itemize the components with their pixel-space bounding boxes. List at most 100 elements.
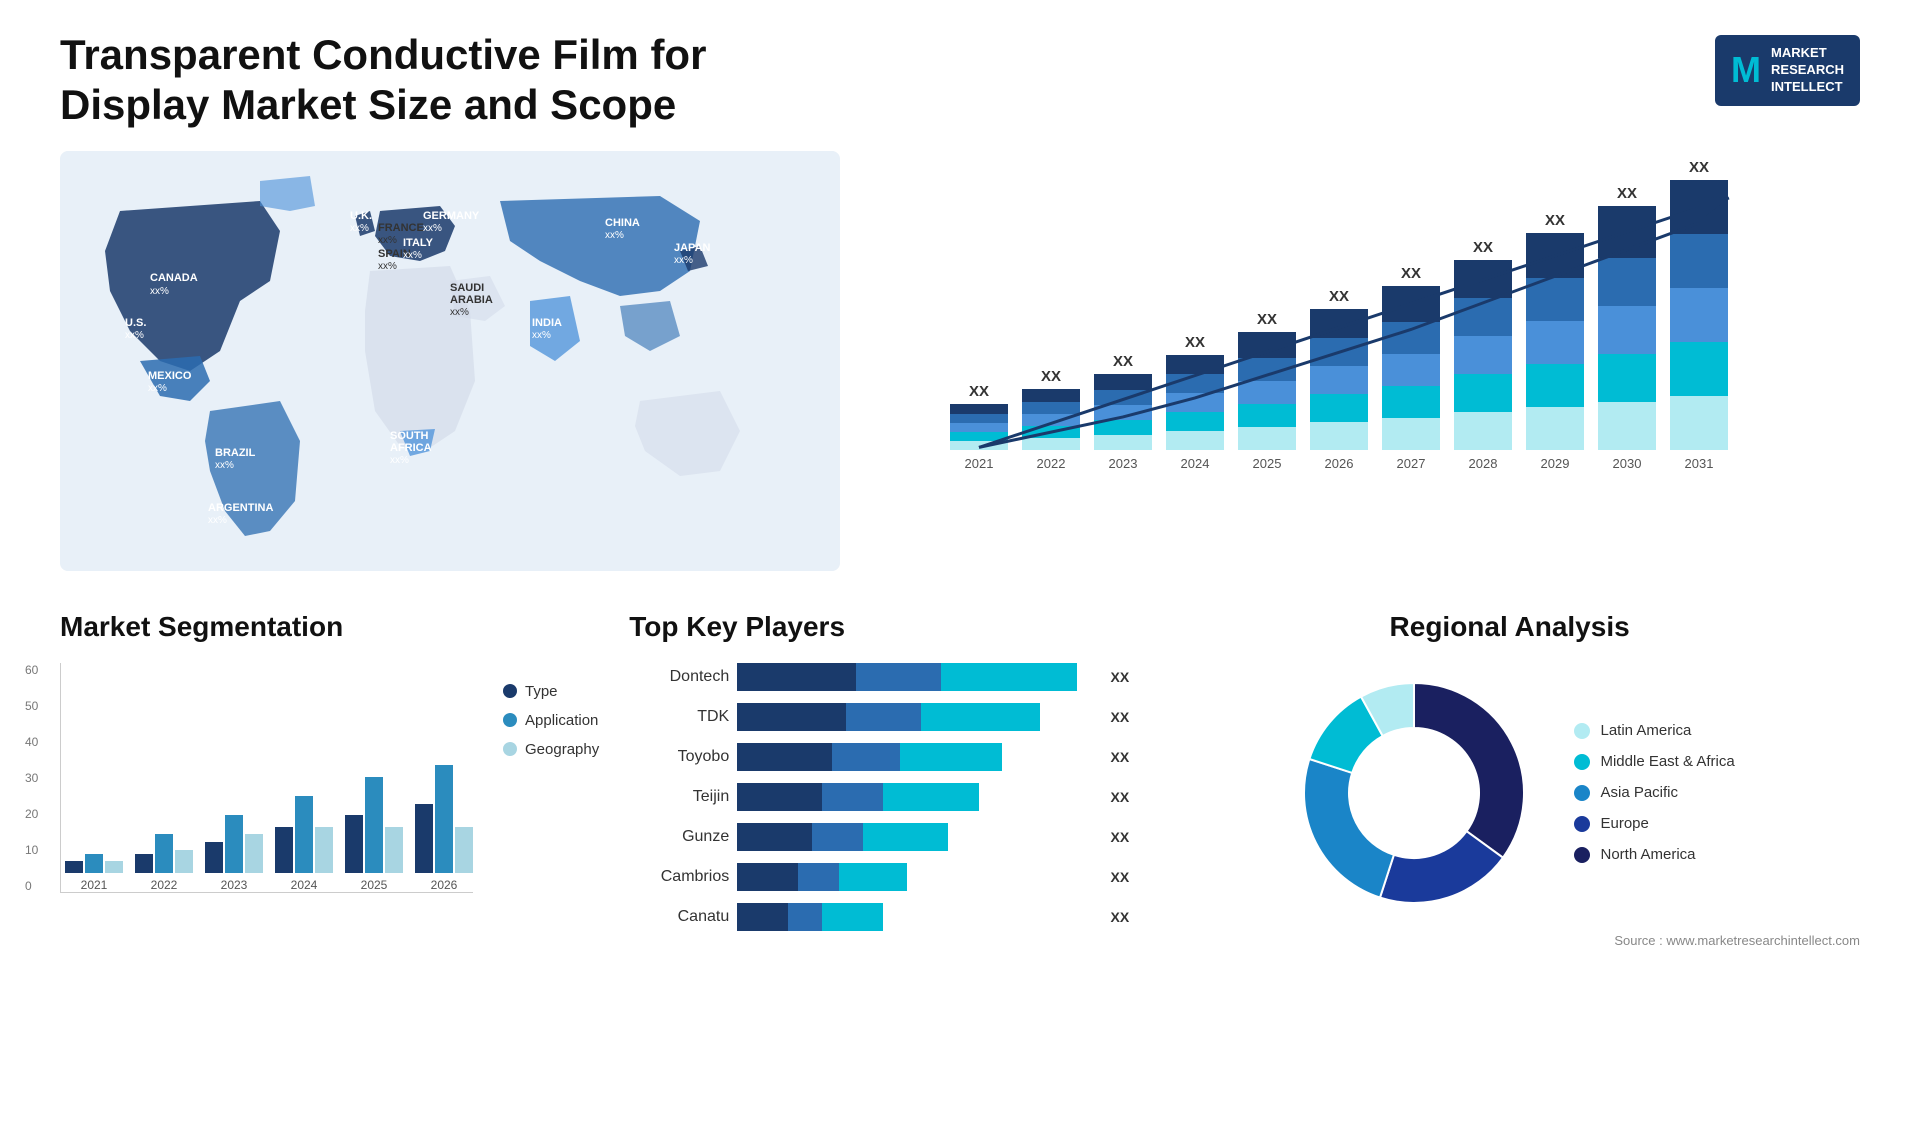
- seg-year-label: 2023: [221, 878, 248, 892]
- segmentation-title: Market Segmentation: [60, 611, 599, 643]
- world-map: CANADA xx% U.S. xx% MEXICO xx% BRAZIL xx…: [60, 151, 840, 571]
- y-axis-label: 60: [25, 663, 38, 677]
- regional-legend-label: Latin America: [1600, 722, 1691, 739]
- seg-year-label: 2025: [361, 878, 388, 892]
- player-name: Teijin: [629, 788, 729, 806]
- svg-text:xx%: xx%: [605, 230, 624, 241]
- map-svg: CANADA xx% U.S. xx% MEXICO xx% BRAZIL xx…: [60, 151, 840, 571]
- segmentation-chart-area: 6050403020100202120222023202420252026: [60, 663, 473, 893]
- bar-year-label: 2023: [1109, 456, 1138, 471]
- bar-year-label: 2022: [1037, 456, 1066, 471]
- page-container: Transparent Conductive Film for Display …: [0, 0, 1920, 978]
- player-xx-label: XX: [1111, 909, 1130, 925]
- player-bar-container: [737, 823, 1096, 851]
- svg-text:SOUTH: SOUTH: [390, 430, 429, 442]
- seg-legend-item: Geography: [503, 741, 599, 758]
- player-bar-mid: [822, 783, 883, 811]
- seg-bar-app: [435, 765, 453, 872]
- player-xx-label: XX: [1111, 709, 1130, 725]
- svg-text:xx%: xx%: [450, 307, 469, 318]
- player-bar-light: [921, 703, 1040, 731]
- seg-bar-geo: [315, 827, 333, 873]
- header: Transparent Conductive Film for Display …: [60, 30, 1860, 131]
- player-bar-container: [737, 743, 1096, 771]
- bar-xx-label: XX: [1113, 353, 1133, 370]
- seg-legend-label: Application: [525, 712, 598, 729]
- seg-bar-geo: [385, 827, 403, 873]
- bar-xx-label: XX: [1473, 239, 1493, 256]
- regional-legend-item: Asia Pacific: [1574, 784, 1734, 801]
- seg-legend-label: Geography: [525, 741, 599, 758]
- player-bar-mid: [856, 663, 941, 691]
- seg-bar-app: [295, 796, 313, 873]
- regional-legend-item: Latin America: [1574, 722, 1734, 739]
- player-bar-mid: [798, 863, 839, 891]
- bar-year-label: 2027: [1397, 456, 1426, 471]
- bar-year-label: 2028: [1469, 456, 1498, 471]
- player-bar-container: [737, 863, 1096, 891]
- bar-xx-label: XX: [1689, 159, 1709, 176]
- player-row: Dontech XX: [629, 663, 1129, 691]
- svg-text:JAPAN: JAPAN: [674, 242, 711, 254]
- player-bar-mid: [788, 903, 822, 931]
- seg-bar-app: [155, 834, 173, 872]
- logo-box: M MARKET RESEARCH INTELLECT: [1715, 35, 1860, 106]
- bar-xx-label: XX: [1257, 311, 1277, 328]
- regional-legend-color: [1574, 816, 1590, 832]
- player-bar-dark: [737, 743, 832, 771]
- seg-bar-type: [65, 861, 83, 873]
- bar-xx-label: XX: [969, 383, 989, 400]
- regional-legend-label: Europe: [1600, 815, 1648, 832]
- player-name: Dontech: [629, 668, 729, 686]
- svg-text:xx%: xx%: [148, 383, 167, 394]
- svg-text:xx%: xx%: [403, 250, 422, 261]
- seg-legend-item: Type: [503, 683, 599, 700]
- player-bar-light: [941, 663, 1077, 691]
- y-axis-label: 20: [25, 807, 38, 821]
- regional-legend-label: Asia Pacific: [1600, 784, 1678, 801]
- seg-bar-type: [205, 842, 223, 873]
- player-bar-container: [737, 703, 1096, 731]
- player-bar-dark: [737, 783, 822, 811]
- player-bar-light: [883, 783, 978, 811]
- svg-text:INDIA: INDIA: [532, 317, 562, 329]
- player-name: TDK: [629, 708, 729, 726]
- bar-xx-label: XX: [1545, 212, 1565, 229]
- bar-xx-label: XX: [1185, 334, 1205, 351]
- svg-text:ARABIA: ARABIA: [450, 294, 493, 306]
- player-name: Cambrios: [629, 868, 729, 886]
- bar-xx-label: XX: [1617, 185, 1637, 202]
- bar-xx-label: XX: [1401, 265, 1421, 282]
- svg-text:BRAZIL: BRAZIL: [215, 447, 256, 459]
- seg-legend-label: Type: [525, 683, 558, 700]
- regional-legend-label: Middle East & Africa: [1600, 753, 1734, 770]
- seg-legend-color: [503, 684, 517, 698]
- player-xx-label: XX: [1111, 829, 1130, 845]
- seg-year-label: 2026: [431, 878, 458, 892]
- regional-legend-label: North America: [1600, 846, 1695, 863]
- player-bar-mid: [832, 743, 900, 771]
- player-bar-container: [737, 783, 1096, 811]
- player-row: TDK XX: [629, 703, 1129, 731]
- player-bar-dark: [737, 903, 788, 931]
- seg-bar-geo: [455, 827, 473, 873]
- player-bar-container: [737, 903, 1096, 931]
- player-name: Gunze: [629, 828, 729, 846]
- svg-text:GERMANY: GERMANY: [423, 210, 480, 222]
- seg-bar-geo: [245, 834, 263, 872]
- seg-legend-item: Application: [503, 712, 599, 729]
- svg-text:MEXICO: MEXICO: [148, 370, 192, 382]
- regional-legend-item: Middle East & Africa: [1574, 753, 1734, 770]
- regional-inner: Latin America Middle East & Africa Asia …: [1159, 663, 1860, 923]
- growth-chart-inner: XX2021XX2022XX2023XX2024XX2025XX2026XX20…: [930, 161, 1840, 541]
- logo-letter: M: [1731, 49, 1761, 91]
- svg-text:CHINA: CHINA: [605, 217, 640, 229]
- svg-text:xx%: xx%: [350, 223, 369, 234]
- bar-year-label: 2031: [1685, 456, 1714, 471]
- seg-legend-color: [503, 713, 517, 727]
- bottom-section: Market Segmentation 60504030201002021202…: [60, 611, 1860, 948]
- regional-title: Regional Analysis: [1159, 611, 1860, 643]
- segmentation-section: Market Segmentation 60504030201002021202…: [60, 611, 599, 948]
- regional-legend-color: [1574, 754, 1590, 770]
- player-row: Teijin XX: [629, 783, 1129, 811]
